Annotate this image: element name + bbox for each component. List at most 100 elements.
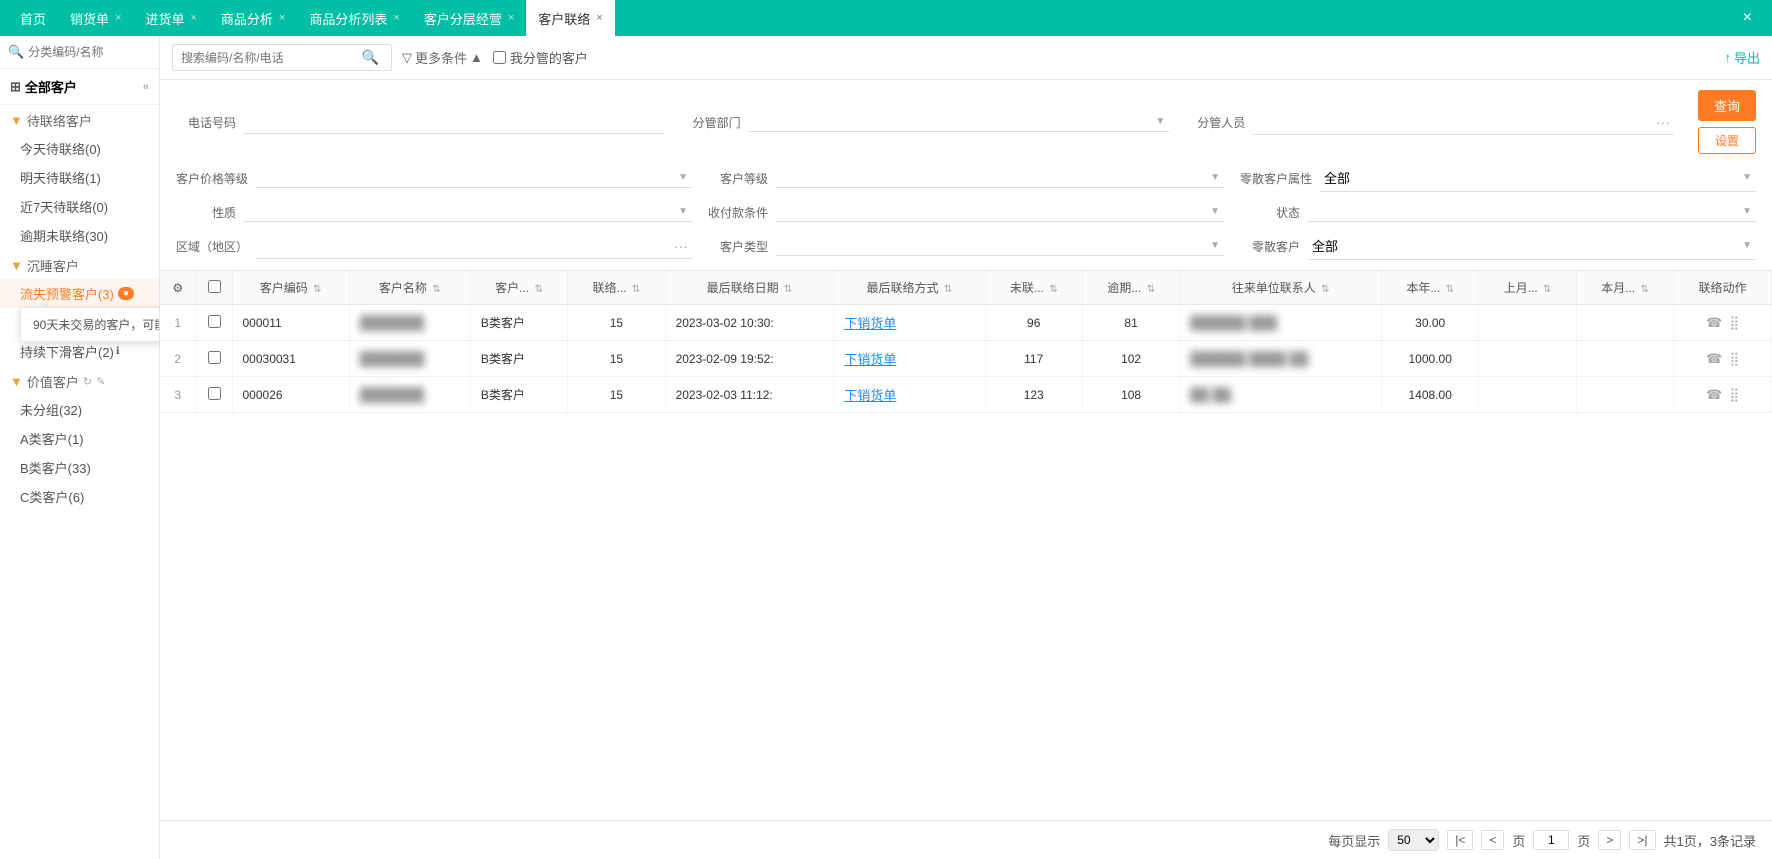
nature-chevron-icon: ▼ [678, 206, 688, 217]
sidebar-search-input[interactable] [28, 45, 151, 59]
col-last-month[interactable]: 上月... ⇅ [1479, 271, 1576, 305]
row-overdue-3: 108 [1082, 377, 1179, 413]
value-edit-icon[interactable]: ✎ [96, 375, 105, 388]
nav-product-list[interactable]: 商品分析列表 × [297, 0, 411, 36]
nav-product-analysis[interactable]: 商品分析 × [209, 0, 297, 36]
close-purchase-tab[interactable]: × [190, 12, 196, 24]
row-num-1: 1 [160, 305, 196, 341]
filter-dept-select[interactable]: ▼ [749, 112, 1170, 132]
col-overdue[interactable]: 逾期... ⇅ [1082, 271, 1179, 305]
nav-customer-contact[interactable]: 客户联络 × [526, 0, 614, 36]
sidebar-item-c-class[interactable]: C类客户(6) [0, 482, 159, 511]
sidebar-group-value[interactable]: ▼ 价值客户 ↻ ✎ [0, 366, 159, 395]
sidebar-item-today[interactable]: 今天待联络(0) [0, 134, 159, 163]
col-settings[interactable]: ⚙ [160, 271, 196, 305]
my-customers-check[interactable] [493, 51, 506, 64]
row-action-phone-icon-2[interactable]: ☎ [1706, 351, 1722, 366]
nav-customer-layer[interactable]: 客户分层经营 × [412, 0, 526, 36]
filter-nature-select[interactable]: ▼ [244, 202, 692, 222]
page-input[interactable] [1533, 830, 1569, 850]
row-last-method-3: 下销货单 [834, 377, 985, 413]
sidebar-item-churn-warning[interactable]: 流失预警客户(3) ● [0, 279, 159, 308]
search-input[interactable] [181, 51, 358, 65]
col-code[interactable]: 客户编码 ⇅ [232, 271, 349, 305]
filter-customer-level-select[interactable]: ▼ [776, 168, 1224, 188]
query-button[interactable]: 查询 [1698, 90, 1756, 121]
value-refresh-icon[interactable]: ↻ [83, 375, 92, 388]
filter-phone: 电话号码 [176, 111, 665, 134]
row-last-method-2-link[interactable]: 下销货单 [844, 352, 896, 367]
filter-status-select[interactable]: ▼ [1308, 202, 1756, 222]
row-name-2-text: ███████ [360, 351, 424, 366]
window-close-button[interactable]: × [1731, 9, 1764, 27]
col-last-date[interactable]: 最后联络日期 ⇅ [665, 271, 834, 305]
sidebar-item-b-class[interactable]: B类客户(33) [0, 453, 159, 482]
person-more-icon[interactable]: ··· [1656, 114, 1670, 130]
col-contact-person[interactable]: 往来单位联系人 ⇅ [1180, 271, 1382, 305]
region-more-icon[interactable]: ··· [674, 238, 688, 254]
filter-ctype-select[interactable]: ▼ [776, 236, 1224, 256]
nav-home[interactable]: 首页 [8, 0, 58, 36]
table-row: 2 00030031 ███████ B类客户 15 2023-02-09 19… [160, 341, 1772, 377]
my-customers-checkbox[interactable]: 我分管的客户 [493, 48, 588, 67]
close-product-analysis-tab[interactable]: × [279, 12, 285, 24]
first-page-button[interactable]: |< [1447, 830, 1473, 850]
col-this-year[interactable]: 本年... ⇅ [1382, 271, 1479, 305]
sidebar-group-pending[interactable]: ▼ 待联络客户 [0, 105, 159, 134]
prev-page-button[interactable]: < [1481, 830, 1504, 850]
row-last-method-3-link[interactable]: 下销货单 [844, 388, 896, 403]
filter-region: 区域（地区） ··· [176, 234, 692, 259]
row-thismonth-3 [1576, 377, 1673, 413]
filter-region-select[interactable]: ··· [256, 234, 692, 259]
row-action-more-icon-3[interactable]: ⣿ [1730, 387, 1740, 402]
export-button[interactable]: ↑ 导出 [1724, 48, 1760, 67]
row-last-method-1-link[interactable]: 下销货单 [844, 316, 896, 331]
per-page-select[interactable]: 50 20 100 [1388, 829, 1439, 851]
col-this-month[interactable]: 本月... ⇅ [1576, 271, 1673, 305]
col-last-method[interactable]: 最后联络方式 ⇅ [834, 271, 985, 305]
page-label: 页 [1512, 831, 1525, 850]
close-product-list-tab[interactable]: × [393, 12, 399, 24]
sidebar-item-a-class[interactable]: A类客户(1) [0, 424, 159, 453]
row-action-more-icon[interactable]: ⣿ [1730, 315, 1740, 330]
row-last-method-1: 下销货单 [834, 305, 985, 341]
last-page-button[interactable]: >| [1629, 830, 1655, 850]
row-person-3-text: ██ ██. [1190, 387, 1234, 402]
filter-price-level-select[interactable]: ▼ [256, 168, 692, 188]
next-page-button[interactable]: > [1598, 830, 1621, 850]
sort-lastdate-icon: ⇅ [784, 284, 792, 295]
row-uncontacted-2: 117 [985, 341, 1082, 377]
filter-person-select[interactable]: ··· [1253, 110, 1674, 135]
filter-retail-select[interactable]: 全部 ▼ [1308, 232, 1756, 260]
row-1-checkbox[interactable] [208, 315, 221, 328]
more-conditions-toggle[interactable]: ▽ 更多条件 ▲ [402, 48, 483, 67]
filter-dept: 分管部门 ▼ [681, 112, 1170, 132]
row-3-checkbox[interactable] [208, 387, 221, 400]
row-action-phone-icon[interactable]: ☎ [1706, 315, 1722, 330]
row-action-phone-icon-3[interactable]: ☎ [1706, 387, 1722, 402]
settings-button[interactable]: 设置 [1698, 127, 1756, 154]
select-all-checkbox[interactable] [208, 280, 221, 293]
sidebar-item-overdue[interactable]: 逾期未联络(30) [0, 221, 159, 250]
nav-purchase[interactable]: 进货单 × [133, 0, 208, 36]
sidebar-item-7days[interactable]: 近7天待联络(0) [0, 192, 159, 221]
close-customer-contact-tab[interactable]: × [596, 12, 602, 24]
row-action-more-icon-2[interactable]: ⣿ [1730, 351, 1740, 366]
sidebar-item-tomorrow[interactable]: 明天待联络(1) [0, 163, 159, 192]
col-uncontacted[interactable]: 未联... ⇅ [985, 271, 1082, 305]
col-type[interactable]: 客户... ⇅ [470, 271, 567, 305]
close-customer-layer-tab[interactable]: × [508, 12, 514, 24]
sidebar-group-dormant[interactable]: ▼ 沉睡客户 [0, 250, 159, 279]
filter-payment-select[interactable]: ▼ [776, 202, 1224, 222]
sidebar-item-ungrouped[interactable]: 未分组(32) [0, 395, 159, 424]
filter-retail-attr-select[interactable]: 全部 ▼ [1320, 164, 1756, 192]
nav-sales[interactable]: 销货单 × [58, 0, 133, 36]
search-button[interactable]: 🔍 [358, 49, 383, 66]
sidebar-all-customers[interactable]: ⊞ 全部客户 « [0, 69, 159, 105]
row-2-checkbox[interactable] [208, 351, 221, 364]
close-sales-tab[interactable]: × [115, 12, 121, 24]
col-name[interactable]: 客户名称 ⇅ [349, 271, 470, 305]
col-contact[interactable]: 联络... ⇅ [568, 271, 665, 305]
row-thisyear-3: 1408.00 [1382, 377, 1479, 413]
filter-phone-input[interactable] [244, 111, 665, 134]
